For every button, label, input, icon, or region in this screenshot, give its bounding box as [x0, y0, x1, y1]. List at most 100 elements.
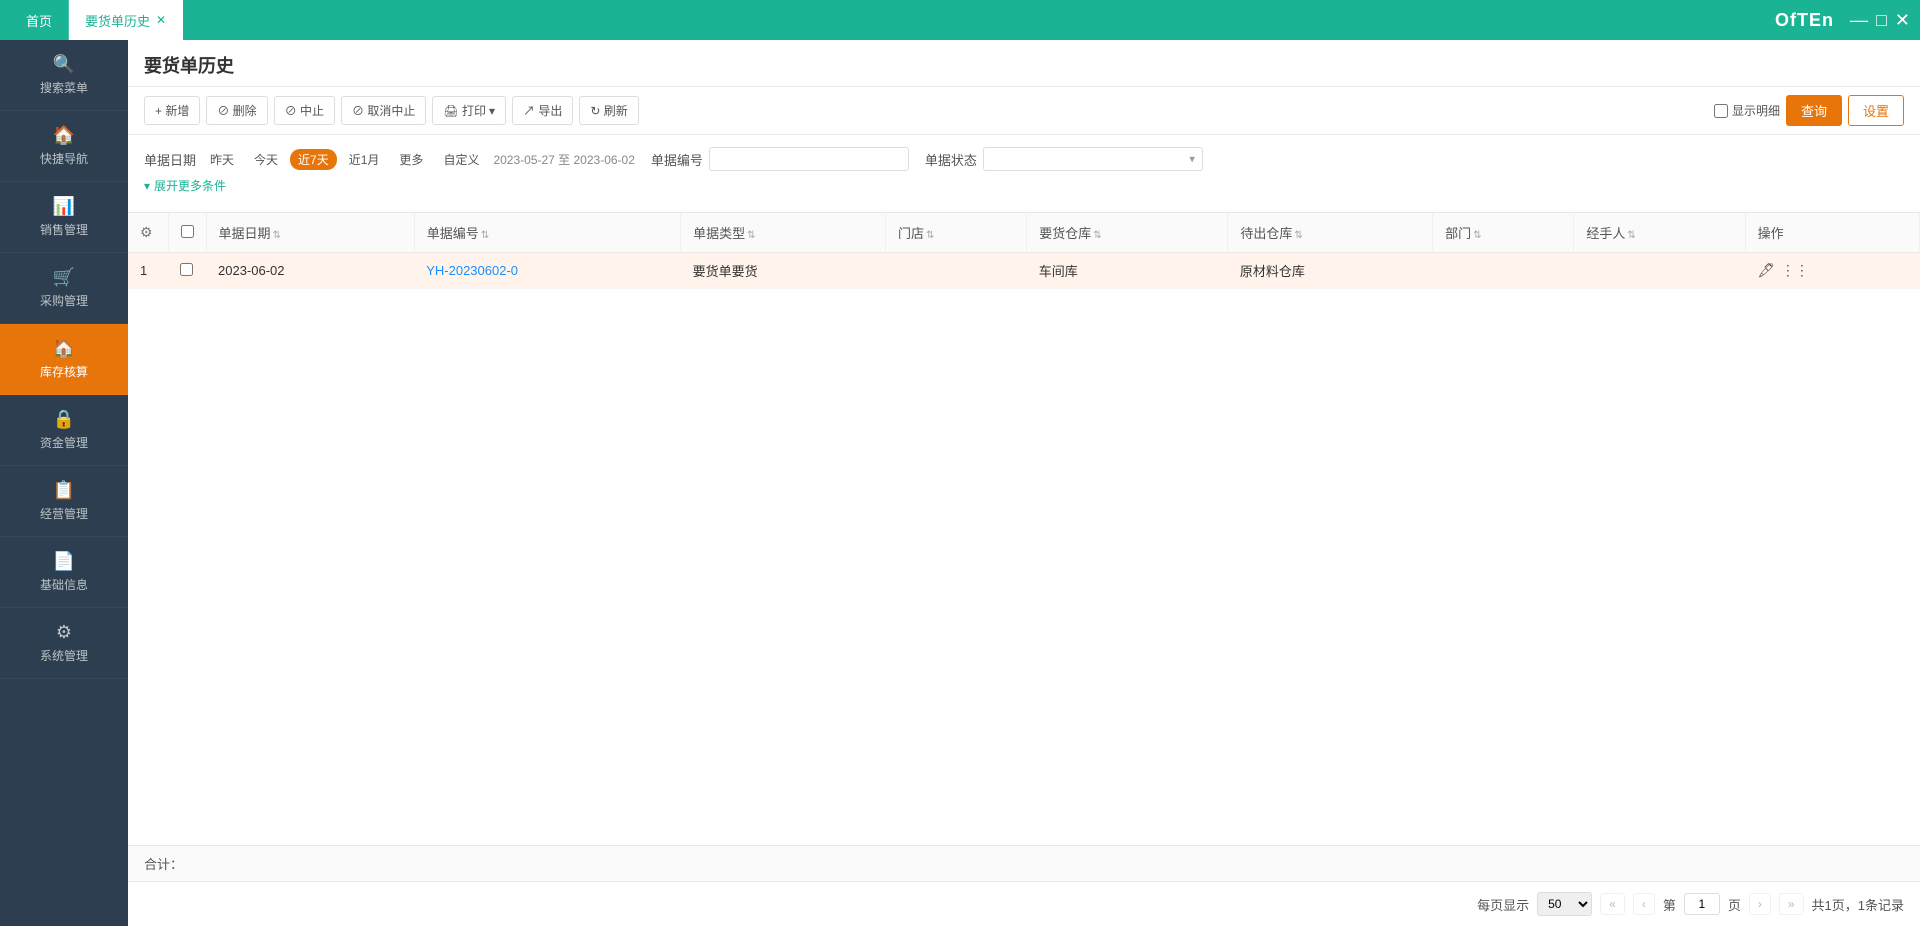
- settings-button[interactable]: 设置: [1848, 95, 1904, 126]
- row-more-icon[interactable]: ⋮⋮: [1781, 262, 1809, 279]
- refresh-button[interactable]: ↻ 刷新: [579, 96, 638, 125]
- table-footer: 合计：: [128, 845, 1920, 881]
- sidebar-item-inventory[interactable]: 🏠 库存核算: [0, 324, 128, 395]
- order-no-link[interactable]: YH-20230602-0: [426, 263, 518, 278]
- department-sort-icon[interactable]: ⇅: [1473, 230, 1481, 241]
- req-warehouse-sort-icon[interactable]: ⇅: [1093, 230, 1101, 241]
- status-label: 单据状态: [925, 150, 977, 169]
- date-pill-today[interactable]: 今天: [246, 149, 286, 170]
- finance-icon: 🔒: [53, 409, 75, 430]
- date-pill-1month[interactable]: 近1月: [341, 149, 388, 170]
- top-bar: 首页 要货单历史 ✕ OfTEn — □ ✕: [0, 0, 1920, 40]
- cancel-suspend-button[interactable]: ⊘ 取消中止: [341, 96, 426, 125]
- brand-label: OfTEn: [1775, 10, 1834, 31]
- th-pending-warehouse: 待出仓库⇅: [1228, 213, 1433, 253]
- content-area: 要货单历史 + 新增 ⊘ 删除 ⊘ 中止 ⊘ 取消中止 🖨 打印 ▾ ↗ 导出: [128, 40, 1920, 926]
- prev-page-button[interactable]: ‹: [1633, 893, 1655, 915]
- sidebar-system-label: 系统管理: [40, 647, 88, 664]
- suspend-label: ⊘ 中止: [285, 102, 324, 119]
- row-select-checkbox[interactable]: [180, 263, 193, 276]
- th-department: 部门⇅: [1433, 213, 1574, 253]
- table-row: 1 2023-06-02 YH-20230602-0 要货单要货: [128, 253, 1920, 289]
- sidebar-item-operations-mgmt[interactable]: 📋 经营管理: [0, 466, 128, 537]
- main-layout: 🔍 搜索菜单 🏠 快捷导航 📊 销售管理 🛒 采购管理 🏠 库存核算 🔒 资金管…: [0, 40, 1920, 926]
- maximize-icon[interactable]: □: [1876, 10, 1887, 31]
- date-pill-7days[interactable]: 近7天: [290, 149, 337, 170]
- page-size-label: 每页显示: [1477, 895, 1529, 914]
- print-dropdown-icon: ▾: [489, 104, 495, 118]
- sidebar-basic-info-label: 基础信息: [40, 576, 88, 593]
- suspend-button[interactable]: ⊘ 中止: [274, 96, 335, 125]
- inventory-icon: 🏠: [53, 338, 75, 359]
- page-header: 要货单历史: [128, 40, 1920, 87]
- status-select[interactable]: [983, 147, 1203, 171]
- date-filter-group: 单据日期 昨天 今天 近7天 近1月 更多 自定义 2023-05-27 至 2…: [144, 149, 635, 170]
- export-button[interactable]: ↗ 导出: [512, 96, 573, 125]
- row-handler: [1574, 253, 1745, 289]
- export-label: ↗ 导出: [523, 102, 562, 119]
- order-no-input[interactable]: [709, 147, 909, 171]
- tab-home[interactable]: 首页: [10, 0, 69, 40]
- order-type-sort-icon[interactable]: ⇅: [747, 230, 755, 241]
- last-page-button[interactable]: »: [1779, 893, 1804, 915]
- th-date: 单据日期⇅: [206, 213, 414, 253]
- date-pill-yesterday[interactable]: 昨天: [202, 149, 242, 170]
- page-number-input[interactable]: [1684, 893, 1720, 915]
- expand-chevron-icon: ▾: [144, 179, 150, 193]
- query-button[interactable]: 查询: [1786, 95, 1842, 126]
- row-view-icon[interactable]: 🖋: [1757, 262, 1775, 279]
- print-button[interactable]: 🖨 打印 ▾: [432, 96, 506, 125]
- date-sort-icon[interactable]: ⇅: [273, 230, 281, 241]
- show-detail-checkbox[interactable]: [1714, 104, 1728, 118]
- th-settings: ⚙: [128, 213, 168, 253]
- sidebar: 🔍 搜索菜单 🏠 快捷导航 📊 销售管理 🛒 采购管理 🏠 库存核算 🔒 资金管…: [0, 40, 128, 926]
- th-action: 操作: [1745, 213, 1919, 253]
- sidebar-purchase-label: 采购管理: [40, 292, 88, 309]
- sidebar-item-quick-nav[interactable]: 🏠 快捷导航: [0, 111, 128, 182]
- row-order-type: 要货单要货: [681, 253, 886, 289]
- expand-more-btn[interactable]: ▾ 展开更多条件: [144, 171, 1904, 200]
- select-all-checkbox[interactable]: [181, 225, 194, 238]
- sidebar-item-search-menu[interactable]: 🔍 搜索菜单: [0, 40, 128, 111]
- status-select-wrapper: [983, 147, 1203, 171]
- action-icons: 🖋 ⋮⋮: [1757, 262, 1907, 279]
- order-no-sort-icon[interactable]: ⇅: [481, 230, 489, 241]
- row-actions: 🖋 ⋮⋮: [1745, 253, 1919, 289]
- store-sort-icon[interactable]: ⇅: [926, 230, 934, 241]
- delete-button[interactable]: ⊘ 删除: [206, 96, 267, 125]
- search-menu-icon: 🔍: [53, 54, 75, 75]
- first-page-button[interactable]: «: [1600, 893, 1625, 915]
- sidebar-item-basic-info[interactable]: 📄 基础信息: [0, 537, 128, 608]
- handler-sort-icon[interactable]: ⇅: [1627, 230, 1635, 241]
- sidebar-item-purchase-mgmt[interactable]: 🛒 采购管理: [0, 253, 128, 324]
- show-detail-toggle[interactable]: 显示明细: [1714, 102, 1780, 119]
- settings-gear-icon[interactable]: ⚙: [140, 224, 153, 240]
- date-pill-custom[interactable]: 自定义: [435, 149, 487, 170]
- tab-close-icon[interactable]: ✕: [156, 13, 166, 27]
- page-title: 要货单历史: [144, 56, 234, 76]
- row-order-no: YH-20230602-0: [414, 253, 680, 289]
- tab-requisition-label: 要货单历史: [85, 11, 150, 30]
- tab-home-label: 首页: [26, 11, 52, 30]
- tab-requisition-history[interactable]: 要货单历史 ✕: [69, 0, 183, 40]
- date-pill-more[interactable]: 更多: [391, 149, 431, 170]
- pending-warehouse-sort-icon[interactable]: ⇅: [1294, 230, 1302, 241]
- filter-row-1: 单据日期 昨天 今天 近7天 近1月 更多 自定义 2023-05-27 至 2…: [144, 147, 1904, 171]
- close-icon[interactable]: ✕: [1895, 10, 1910, 31]
- date-range-display: 2023-05-27 至 2023-06-02: [493, 151, 634, 168]
- page-size-select[interactable]: 50 10 20 100: [1537, 892, 1592, 916]
- minimize-icon[interactable]: —: [1850, 10, 1868, 31]
- row-checkbox: [168, 253, 206, 289]
- sidebar-item-system-mgmt[interactable]: ⚙ 系统管理: [0, 608, 128, 679]
- sidebar-finance-label: 资金管理: [40, 434, 88, 451]
- sidebar-item-finance-mgmt[interactable]: 🔒 资金管理: [0, 395, 128, 466]
- page-input-prefix: 第: [1663, 895, 1676, 914]
- th-store: 门店⇅: [885, 213, 1026, 253]
- table-header: ⚙ 单据日期⇅ 单据编号⇅ 单据类型⇅: [128, 213, 1920, 253]
- add-button[interactable]: + 新增: [144, 96, 200, 125]
- sidebar-item-sales-mgmt[interactable]: 📊 销售管理: [0, 182, 128, 253]
- next-page-button[interactable]: ›: [1749, 893, 1771, 915]
- print-label: 🖨 打印: [443, 102, 486, 119]
- toolbar: + 新增 ⊘ 删除 ⊘ 中止 ⊘ 取消中止 🖨 打印 ▾ ↗ 导出 ↻ 刷新: [128, 87, 1920, 135]
- tab-bar: 首页 要货单历史 ✕: [10, 0, 1775, 40]
